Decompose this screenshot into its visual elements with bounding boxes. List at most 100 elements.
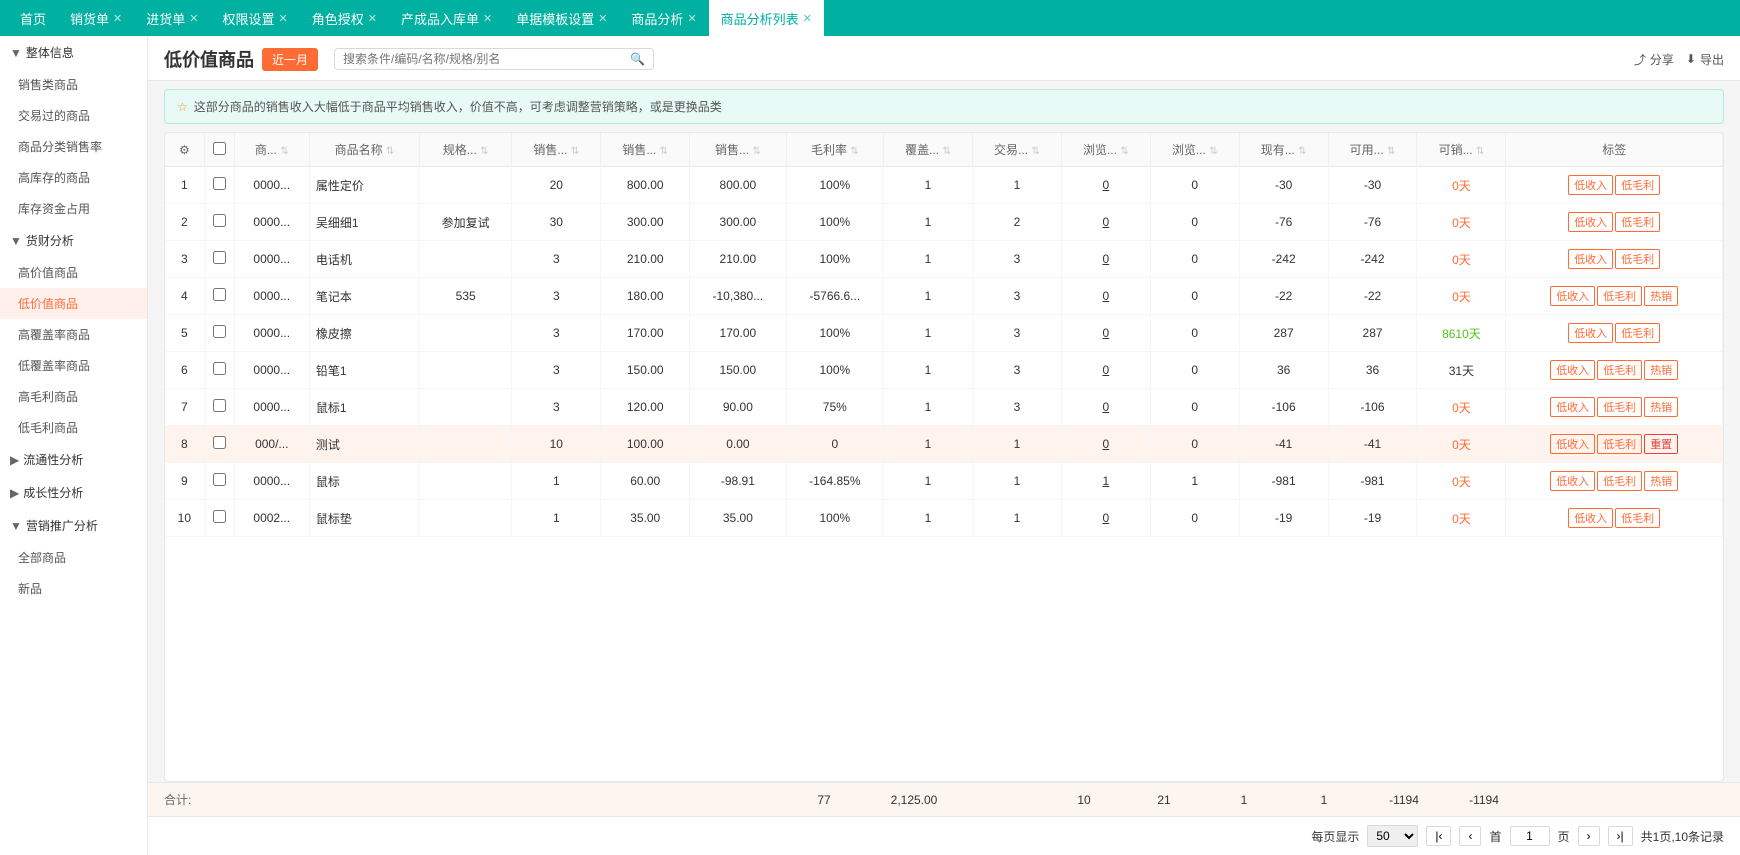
nav-sales[interactable]: 销货单 ✕	[58, 0, 134, 36]
browse-link[interactable]: 0	[1102, 252, 1109, 266]
row-browse1[interactable]: 1	[1061, 463, 1150, 500]
browse-link[interactable]: 0	[1102, 326, 1109, 340]
row-available: -106	[1328, 389, 1417, 426]
row-checkbox-cell[interactable]	[204, 167, 234, 204]
row-checkbox[interactable]	[213, 177, 226, 190]
sidebar-section-overall[interactable]: ▼ 整体信息	[0, 36, 147, 69]
sidebar-item-low-coverage[interactable]: 低覆盖率商品	[0, 350, 147, 381]
row-checkbox-cell[interactable]	[204, 315, 234, 352]
sidebar-item-high-value[interactable]: 高价值商品	[0, 257, 147, 288]
row-days: 0天	[1417, 241, 1506, 278]
nav-stock-in[interactable]: 产成品入库单 ✕	[389, 0, 504, 36]
th-checkbox[interactable]	[204, 133, 234, 167]
row-checkbox-cell[interactable]	[204, 500, 234, 537]
nav-close-roles[interactable]: ✕	[368, 12, 377, 25]
row-checkbox-cell[interactable]	[204, 241, 234, 278]
row-browse1[interactable]: 0	[1061, 241, 1150, 278]
row-browse2: 0	[1150, 278, 1239, 315]
row-browse1[interactable]: 0	[1061, 500, 1150, 537]
sidebar-item-new-goods[interactable]: 新品	[0, 573, 147, 604]
row-days: 8610天	[1417, 315, 1506, 352]
th-settings[interactable]: ⚙	[165, 133, 204, 167]
search-box[interactable]: 🔍	[334, 48, 654, 70]
nav-home[interactable]: 首页	[8, 0, 58, 36]
row-checkbox-cell[interactable]	[204, 389, 234, 426]
row-checkbox[interactable]	[213, 399, 226, 412]
sidebar-section-growth[interactable]: ▶ 成长性分析	[0, 476, 147, 509]
row-profit: 100%	[786, 500, 883, 537]
page-input[interactable]	[1510, 826, 1550, 846]
share-button[interactable]: ⤴ 分享	[1634, 51, 1674, 68]
nav-analysis[interactable]: 商品分析 ✕	[619, 0, 708, 36]
nav-close-purchase[interactable]: ✕	[189, 12, 198, 25]
sidebar-item-high-stock[interactable]: 高库存的商品	[0, 162, 147, 193]
row-checkbox[interactable]	[213, 510, 226, 523]
last-page-btn[interactable]: ›|	[1608, 826, 1633, 846]
sidebar-item-low-profit[interactable]: 低毛利商品	[0, 412, 147, 443]
browse-link[interactable]: 0	[1102, 215, 1109, 229]
row-checkbox[interactable]	[213, 251, 226, 264]
nav-close-stock-in[interactable]: ✕	[483, 12, 492, 25]
filter-button[interactable]: 近一月	[262, 48, 318, 71]
nav-close-template[interactable]: ✕	[598, 12, 607, 25]
row-checkbox-cell[interactable]	[204, 204, 234, 241]
browse-link[interactable]: 0	[1102, 363, 1109, 377]
sidebar-item-traded-goods[interactable]: 交易过的商品	[0, 100, 147, 131]
row-checkbox-cell[interactable]	[204, 426, 234, 463]
sidebar-section-circulation[interactable]: ▶ 流通性分析	[0, 443, 147, 476]
nav-purchase[interactable]: 进货单 ✕	[134, 0, 210, 36]
nav-close-permissions[interactable]: ✕	[279, 12, 288, 25]
row-code: 0000...	[234, 463, 309, 500]
row-browse1[interactable]: 0	[1061, 426, 1150, 463]
row-browse1[interactable]: 0	[1061, 278, 1150, 315]
row-checkbox[interactable]	[213, 473, 226, 486]
sidebar-section-marketing[interactable]: ▼ 营销推广分析	[0, 509, 147, 542]
row-tags: 低收入低毛利热销	[1506, 463, 1723, 500]
nav-permissions[interactable]: 权限设置 ✕	[210, 0, 299, 36]
browse-link[interactable]: 0	[1102, 511, 1109, 525]
row-browse1[interactable]: 0	[1061, 389, 1150, 426]
next-page-btn[interactable]: ›	[1578, 826, 1600, 846]
browse-link[interactable]: 0	[1102, 178, 1109, 192]
row-checkbox[interactable]	[213, 214, 226, 227]
row-days: 0天	[1417, 204, 1506, 241]
table-body: 1 0000... 属性定价 20 800.00 800.00 100% 1 1…	[165, 167, 1723, 537]
row-browse1[interactable]: 0	[1061, 167, 1150, 204]
row-browse1[interactable]: 0	[1061, 352, 1150, 389]
row-checkbox[interactable]	[213, 288, 226, 301]
nav-close-analysis[interactable]: ✕	[687, 12, 696, 25]
row-checkbox[interactable]	[213, 362, 226, 375]
sidebar-item-category-sales[interactable]: 商品分类销售率	[0, 131, 147, 162]
sidebar-item-high-coverage[interactable]: 高覆盖率商品	[0, 319, 147, 350]
nav-roles[interactable]: 角色授权 ✕	[300, 0, 389, 36]
sidebar-item-low-value[interactable]: 低价值商品	[0, 288, 147, 319]
row-checkbox[interactable]	[213, 436, 226, 449]
sidebar-item-all-goods[interactable]: 全部商品	[0, 542, 147, 573]
sidebar-section-financial[interactable]: ▼ 货财分析	[0, 224, 147, 257]
nav-close-sales[interactable]: ✕	[113, 12, 122, 25]
row-checkbox-cell[interactable]	[204, 352, 234, 389]
row-trade: 2	[972, 204, 1061, 241]
prev-page-btn[interactable]: ‹	[1459, 826, 1481, 846]
row-browse1[interactable]: 0	[1061, 204, 1150, 241]
row-checkbox[interactable]	[213, 325, 226, 338]
search-input[interactable]	[343, 52, 626, 66]
first-page-btn[interactable]: |‹	[1426, 826, 1451, 846]
row-name: 鼠标1	[309, 389, 419, 426]
browse-link[interactable]: 0	[1102, 437, 1109, 451]
browse-link[interactable]: 0	[1102, 289, 1109, 303]
row-browse1[interactable]: 0	[1061, 315, 1150, 352]
browse-link[interactable]: 1	[1102, 474, 1109, 488]
per-page-select[interactable]: 50 100	[1367, 825, 1418, 847]
select-all-checkbox[interactable]	[213, 142, 226, 155]
export-button[interactable]: ⬇ 导出	[1686, 51, 1724, 68]
nav-analysis-list[interactable]: 商品分析列表 ✕	[709, 0, 824, 36]
browse-link[interactable]: 0	[1102, 400, 1109, 414]
sidebar-item-stock-capital[interactable]: 库存资金占用	[0, 193, 147, 224]
row-checkbox-cell[interactable]	[204, 278, 234, 315]
row-checkbox-cell[interactable]	[204, 463, 234, 500]
nav-template[interactable]: 单据模板设置 ✕	[504, 0, 619, 36]
sidebar-item-high-profit[interactable]: 高毛利商品	[0, 381, 147, 412]
nav-close-analysis-list[interactable]: ✕	[803, 12, 812, 25]
sidebar-item-sales-goods[interactable]: 销售类商品	[0, 69, 147, 100]
